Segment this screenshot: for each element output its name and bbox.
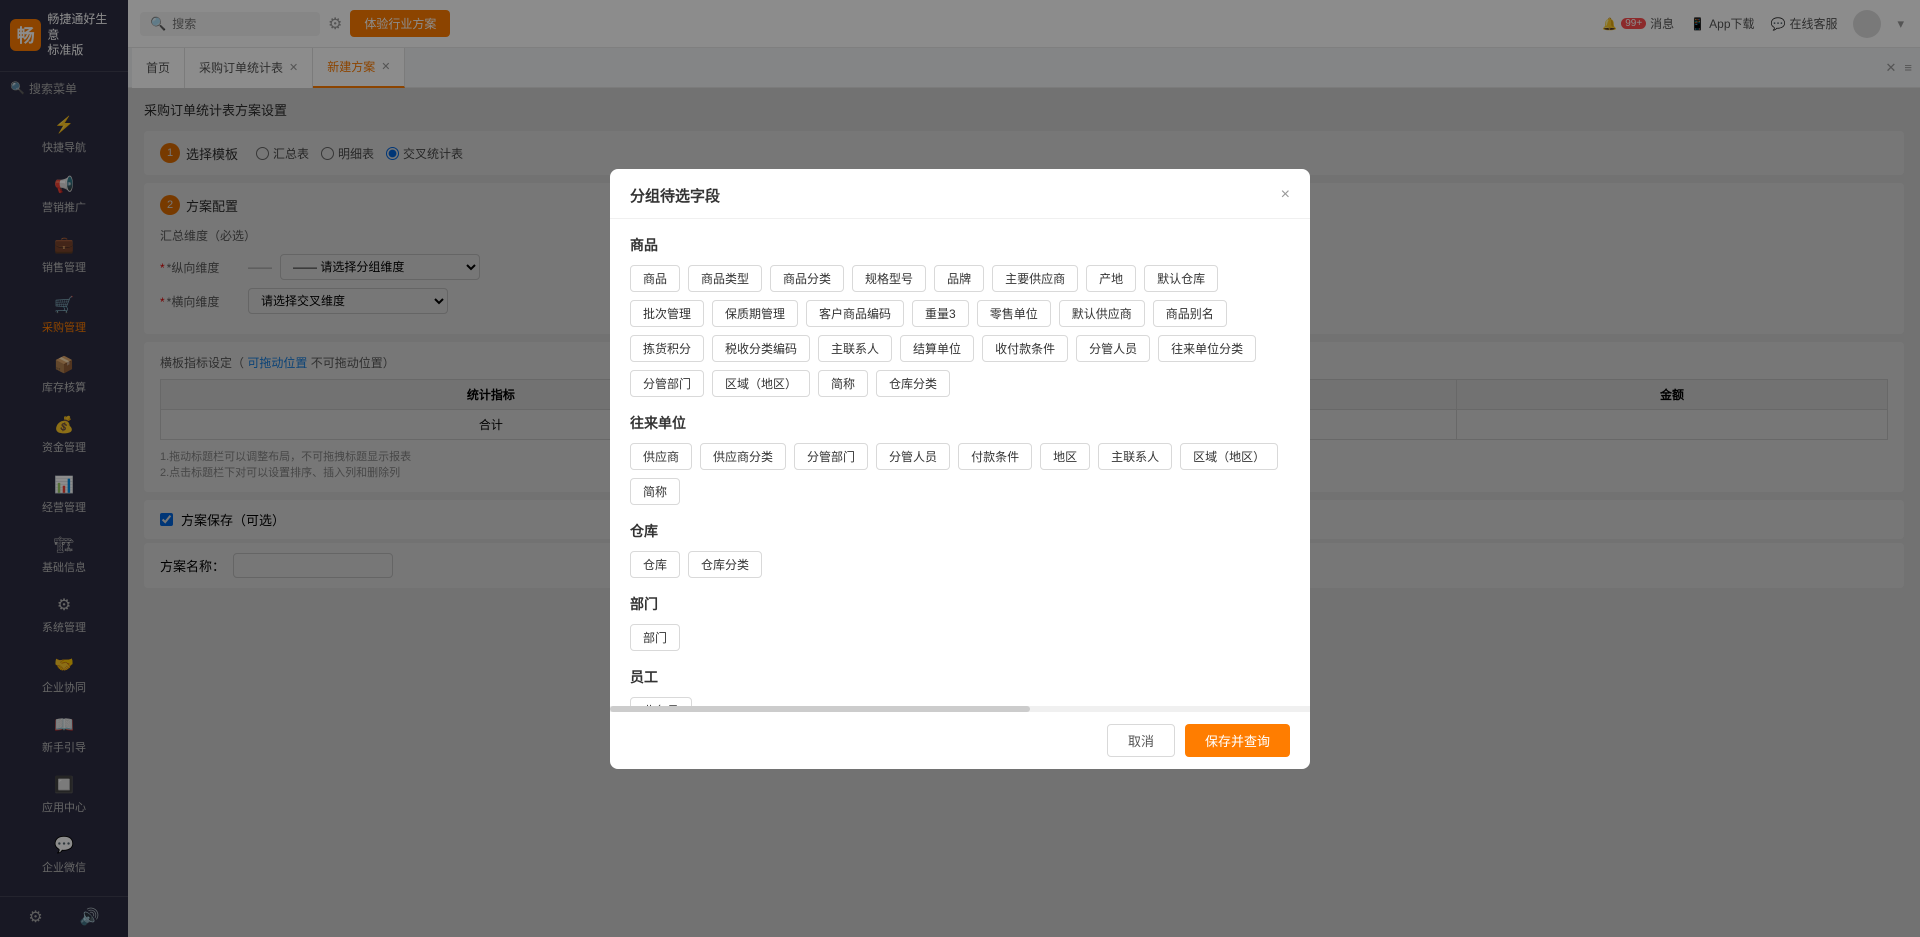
modal-overlay: 分组待选字段 × 商品商品商品类型商品分类规格型号品牌主要供应商产地默认仓库批次… [0,0,1920,937]
field-tag[interactable]: 品牌 [934,265,984,292]
field-tag[interactable]: 商品别名 [1153,300,1227,327]
field-tag[interactable]: 部门 [630,624,680,651]
field-tag[interactable]: 主联系人 [1098,443,1172,470]
field-tag[interactable]: 分管人员 [876,443,950,470]
field-group-title: 往来单位 [630,413,1290,433]
field-group-仓库: 仓库仓库仓库分类 [630,521,1290,578]
field-tag[interactable]: 重量3 [912,300,969,327]
modal-footer: 取消 保存并查询 [610,711,1310,769]
field-tag[interactable]: 税收分类编码 [712,335,810,362]
field-group-title: 仓库 [630,521,1290,541]
field-tag[interactable]: 地区 [1040,443,1090,470]
modal-title: 分组待选字段 [630,185,720,206]
field-tag[interactable]: 区域（地区） [712,370,810,397]
modal-scrollbar-track [610,706,1310,710]
modal-header: 分组待选字段 × [610,169,1310,219]
field-tag[interactable]: 供应商 [630,443,692,470]
field-tag[interactable]: 零售单位 [977,300,1051,327]
cancel-button[interactable]: 取消 [1107,724,1175,757]
field-tag[interactable]: 简称 [818,370,868,397]
confirm-button[interactable]: 保存并查询 [1185,724,1290,757]
field-group-员工: 员工业务员 [630,667,1290,707]
field-tag[interactable]: 默认供应商 [1059,300,1145,327]
field-tag[interactable]: 简称 [630,478,680,505]
field-tag[interactable]: 规格型号 [852,265,926,292]
field-tag[interactable]: 批次管理 [630,300,704,327]
field-group-title: 部门 [630,594,1290,614]
field-tag[interactable]: 拣货积分 [630,335,704,362]
field-tags: 业务员 [630,697,1290,707]
field-group-商品: 商品商品商品类型商品分类规格型号品牌主要供应商产地默认仓库批次管理保质期管理客户… [630,235,1290,397]
field-tag[interactable]: 仓库 [630,551,680,578]
field-group-title: 员工 [630,667,1290,687]
field-tag[interactable]: 区域（地区） [1180,443,1278,470]
modal-body: 商品商品商品类型商品分类规格型号品牌主要供应商产地默认仓库批次管理保质期管理客户… [610,219,1310,707]
field-tag[interactable]: 主要供应商 [992,265,1078,292]
field-tags: 部门 [630,624,1290,651]
field-tag[interactable]: 往来单位分类 [1158,335,1256,362]
field-tag[interactable]: 供应商分类 [700,443,786,470]
modal-dialog: 分组待选字段 × 商品商品商品类型商品分类规格型号品牌主要供应商产地默认仓库批次… [610,169,1310,769]
field-tag[interactable]: 付款条件 [958,443,1032,470]
field-tag[interactable]: 产地 [1086,265,1136,292]
field-tags: 仓库仓库分类 [630,551,1290,578]
field-tag[interactable]: 客户商品编码 [806,300,904,327]
field-tag[interactable]: 仓库分类 [688,551,762,578]
field-tag[interactable]: 结算单位 [900,335,974,362]
field-tag[interactable]: 仓库分类 [876,370,950,397]
field-group-部门: 部门部门 [630,594,1290,651]
field-tags: 供应商供应商分类分管部门分管人员付款条件地区主联系人区域（地区） 简称 [630,443,1290,505]
field-tag[interactable]: 商品 [630,265,680,292]
field-tag[interactable]: 商品类型 [688,265,762,292]
field-tag[interactable]: 分管人员 [1076,335,1150,362]
field-tag[interactable]: 主联系人 [818,335,892,362]
field-tag[interactable]: 分管部门 [630,370,704,397]
horizontal-scrollbar[interactable] [610,706,1030,712]
field-tag[interactable]: 默认仓库 [1144,265,1218,292]
field-group-title: 商品 [630,235,1290,255]
field-tags: 商品商品类型商品分类规格型号品牌主要供应商产地默认仓库批次管理保质期管理客户商品… [630,265,1290,397]
field-group-往来单位: 往来单位供应商供应商分类分管部门分管人员付款条件地区主联系人区域（地区） 简称 [630,413,1290,505]
field-tag[interactable]: 分管部门 [794,443,868,470]
field-tag[interactable]: 商品分类 [770,265,844,292]
field-tag[interactable]: 业务员 [630,697,692,707]
field-tag[interactable]: 保质期管理 [712,300,798,327]
modal-close-button[interactable]: × [1281,186,1290,204]
field-tag[interactable]: 收付款条件 [982,335,1068,362]
